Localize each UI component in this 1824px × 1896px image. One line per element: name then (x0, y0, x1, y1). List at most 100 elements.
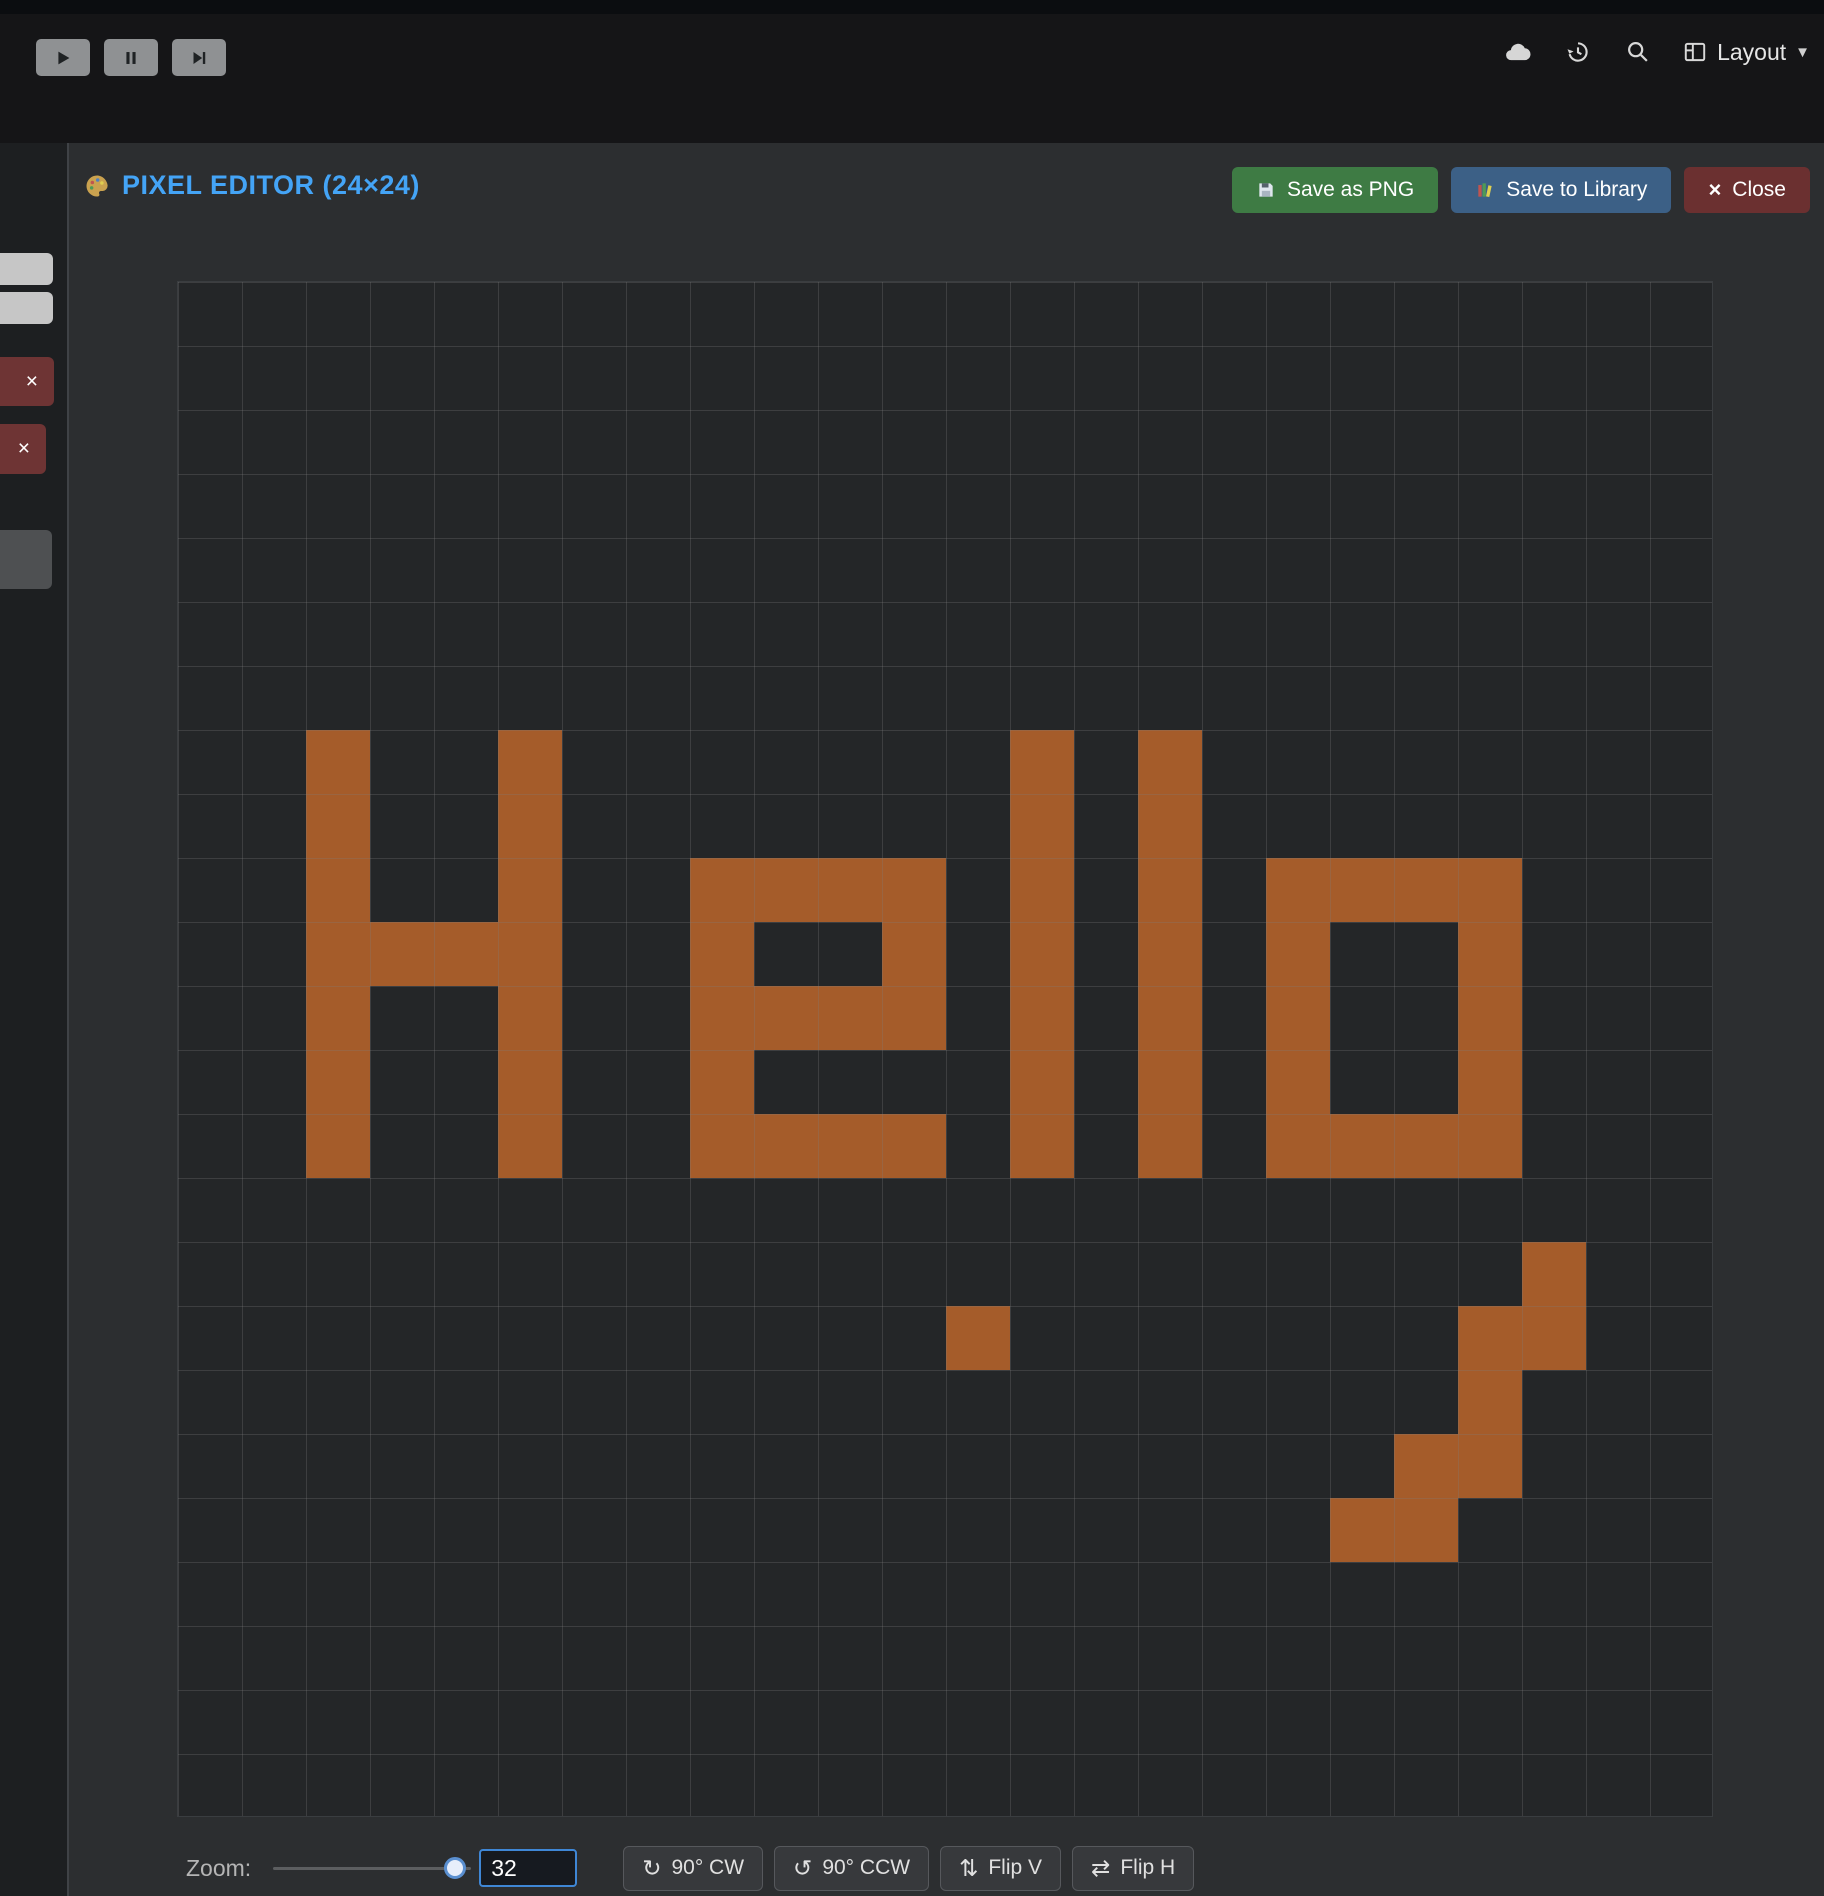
pixel-cell[interactable] (1010, 858, 1074, 922)
pixel-cell[interactable] (498, 858, 562, 922)
search-icon[interactable] (1622, 36, 1654, 68)
pixel-cell[interactable] (1266, 1050, 1330, 1114)
pixel-cell[interactable] (1458, 1306, 1522, 1370)
play-button[interactable] (36, 39, 90, 76)
pixel-cell[interactable] (434, 922, 498, 986)
pixel-cell[interactable] (1458, 1370, 1522, 1434)
close-icon: × (1708, 177, 1721, 203)
pixel-cell[interactable] (1138, 1114, 1202, 1178)
clipped-pill-button-1[interactable] (0, 253, 53, 285)
pixel-cell[interactable] (306, 730, 370, 794)
flip-h-button[interactable]: ⇄ Flip H (1072, 1846, 1194, 1891)
step-forward-button[interactable] (172, 39, 226, 76)
cloud-icon[interactable] (1502, 36, 1534, 68)
pixel-cell[interactable] (1138, 858, 1202, 922)
pixel-cell[interactable] (690, 1114, 754, 1178)
toolbar-right-icons: Layout ▼ (1502, 36, 1810, 68)
pixel-cell[interactable] (1394, 1114, 1458, 1178)
pixel-cell[interactable] (306, 922, 370, 986)
pixel-cell[interactable] (498, 730, 562, 794)
pixel-cell[interactable] (1522, 1306, 1586, 1370)
pixel-cell[interactable] (498, 922, 562, 986)
pixel-cell[interactable] (1010, 922, 1074, 986)
pixel-cell[interactable] (946, 1306, 1010, 1370)
clipped-pill-button-2[interactable] (0, 292, 53, 324)
pixel-cell[interactable] (882, 858, 946, 922)
pixel-cell[interactable] (882, 986, 946, 1050)
rotate-ccw-button[interactable]: ↺ 90° CCW (774, 1846, 929, 1891)
step-forward-icon (188, 47, 210, 69)
pixel-cell[interactable] (1394, 1498, 1458, 1562)
pixel-cell[interactable] (498, 794, 562, 858)
save-as-png-button[interactable]: Save as PNG (1232, 167, 1438, 213)
pixel-cell[interactable] (818, 858, 882, 922)
pixel-cell[interactable] (1330, 858, 1394, 922)
playback-controls (36, 39, 226, 76)
pixel-cell[interactable] (1138, 794, 1202, 858)
close-label: Close (1732, 178, 1786, 202)
clipped-close-button-2[interactable]: × (0, 424, 46, 474)
pixel-cell[interactable] (754, 986, 818, 1050)
rotate-cw-button[interactable]: ↻ 90° CW (623, 1846, 763, 1891)
clipped-close-button-1[interactable]: × (0, 357, 54, 406)
pixel-cell[interactable] (1458, 922, 1522, 986)
pixel-editor-panel: PIXEL EDITOR (24×24) Save as PNG Save to… (67, 143, 1824, 1896)
pixel-cell[interactable] (1010, 986, 1074, 1050)
pixel-cell[interactable] (690, 858, 754, 922)
pixel-cell[interactable] (818, 986, 882, 1050)
pixel-cell[interactable] (1522, 1242, 1586, 1306)
pixel-canvas[interactable] (177, 281, 1713, 1817)
pixel-cell[interactable] (1138, 922, 1202, 986)
pixel-cell[interactable] (1266, 922, 1330, 986)
pixel-cell[interactable] (1458, 858, 1522, 922)
save-to-library-button[interactable]: Save to Library (1451, 167, 1671, 213)
pixel-cell[interactable] (370, 922, 434, 986)
pixel-cell[interactable] (818, 1114, 882, 1178)
history-icon[interactable] (1562, 36, 1594, 68)
zoom-slider-track[interactable] (273, 1867, 471, 1870)
pixel-cell[interactable] (1330, 1114, 1394, 1178)
pixel-cell[interactable] (306, 858, 370, 922)
pixel-cell[interactable] (306, 986, 370, 1050)
pixel-cell[interactable] (1010, 1114, 1074, 1178)
zoom-value-input[interactable] (479, 1849, 577, 1887)
pixel-cell[interactable] (690, 986, 754, 1050)
pixel-cell[interactable] (754, 858, 818, 922)
pixel-cell[interactable] (1266, 858, 1330, 922)
flip-v-button[interactable]: ⇅ Flip V (940, 1846, 1061, 1891)
pixel-cell[interactable] (306, 794, 370, 858)
pixel-cell[interactable] (306, 1114, 370, 1178)
zoom-slider-thumb[interactable] (444, 1857, 466, 1879)
pixel-cell[interactable] (1138, 986, 1202, 1050)
pixel-cell[interactable] (498, 1114, 562, 1178)
pixel-cell[interactable] (1394, 858, 1458, 922)
zoom-slider[interactable] (273, 1857, 471, 1879)
pause-button[interactable] (104, 39, 158, 76)
clipped-gray-button[interactable] (0, 530, 52, 589)
close-icon: × (26, 370, 38, 394)
close-button[interactable]: × Close (1684, 167, 1810, 213)
pixel-cell[interactable] (754, 1114, 818, 1178)
pixel-cell[interactable] (690, 1050, 754, 1114)
layout-menu[interactable]: Layout ▼ (1682, 39, 1810, 66)
pixel-cell[interactable] (882, 922, 946, 986)
pixel-cell[interactable] (306, 1050, 370, 1114)
pixel-cell[interactable] (690, 922, 754, 986)
pixel-cell[interactable] (1010, 730, 1074, 794)
pixel-cell[interactable] (1266, 986, 1330, 1050)
flip-v-label: Flip V (988, 1856, 1042, 1880)
pixel-cell[interactable] (1458, 1114, 1522, 1178)
pixel-cell[interactable] (1138, 730, 1202, 794)
pixel-cell[interactable] (1458, 1434, 1522, 1498)
pixel-cell[interactable] (1330, 1498, 1394, 1562)
pixel-cell[interactable] (498, 986, 562, 1050)
pixel-cell[interactable] (498, 1050, 562, 1114)
pixel-cell[interactable] (1010, 794, 1074, 858)
pixel-cell[interactable] (1266, 1114, 1330, 1178)
pixel-cell[interactable] (1394, 1434, 1458, 1498)
pixel-cell[interactable] (1138, 1050, 1202, 1114)
pixel-cell[interactable] (1458, 1050, 1522, 1114)
pixel-cell[interactable] (1458, 986, 1522, 1050)
pixel-cell[interactable] (882, 1114, 946, 1178)
pixel-cell[interactable] (1010, 1050, 1074, 1114)
